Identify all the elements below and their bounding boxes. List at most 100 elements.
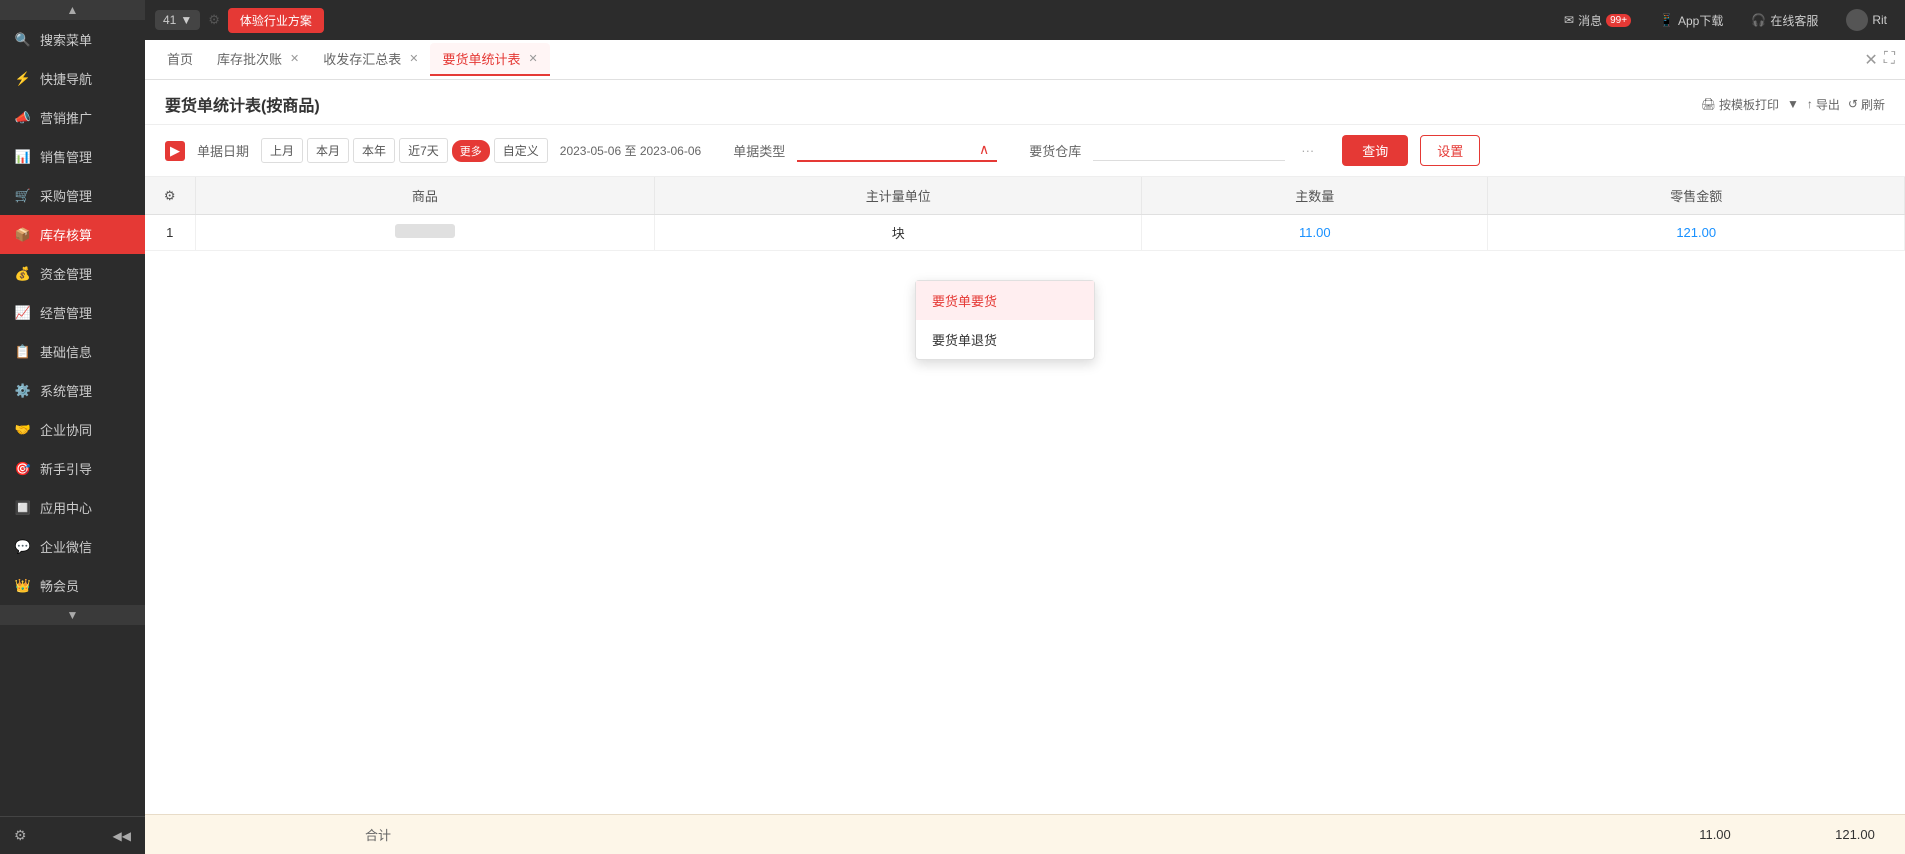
- date-filter-label: 单据日期: [197, 141, 249, 160]
- date-btn-more[interactable]: 更多: [452, 140, 490, 162]
- date-btn-this-year[interactable]: 本年: [353, 138, 395, 163]
- collapse-icon[interactable]: ◀◀: [113, 829, 131, 843]
- template-print-label: 按模板打印: [1719, 96, 1779, 113]
- sidebar-item-sales[interactable]: 📊 销售管理: [0, 137, 145, 176]
- date-btn-custom[interactable]: 自定义: [494, 138, 548, 163]
- sidebar-scroll-down[interactable]: ▼: [0, 605, 145, 625]
- query-button[interactable]: 查询: [1342, 135, 1408, 166]
- user-label: Rit: [1872, 13, 1887, 27]
- date-btn-recent7[interactable]: 近7天: [399, 138, 448, 163]
- sidebar-label-sales: 销售管理: [40, 147, 92, 166]
- expand-print-button[interactable]: ▼: [1787, 97, 1799, 111]
- col-goods: 商品: [195, 177, 655, 215]
- basic-icon: 📋: [14, 343, 32, 361]
- date-btn-this-month[interactable]: 本月: [307, 138, 349, 163]
- app-download-label: App下载: [1678, 12, 1723, 29]
- template-print-button[interactable]: 🖨 按模板打印: [1701, 96, 1779, 113]
- col-settings[interactable]: ⚙: [145, 177, 195, 215]
- page-header-actions: 🖨 按模板打印 ▼ ↑ 导出 ↺ 刷新: [1701, 96, 1885, 113]
- tab-inventory-batch[interactable]: 库存批次账 ✕: [205, 43, 311, 76]
- sidebar-item-inventory[interactable]: 📦 库存核算: [0, 215, 145, 254]
- total-label: 合计: [165, 825, 391, 844]
- search-icon: 🔍: [14, 31, 32, 49]
- sidebar-label-basic: 基础信息: [40, 342, 92, 361]
- sidebar-label-operation: 经营管理: [40, 303, 92, 322]
- export-button[interactable]: ↑ 导出: [1807, 96, 1840, 113]
- phone-icon: 📱: [1659, 13, 1674, 27]
- amount-value[interactable]: 121.00: [1676, 225, 1716, 240]
- quick-nav-icon: ⚡: [14, 70, 32, 88]
- refresh-button[interactable]: ↺ 刷新: [1848, 96, 1885, 113]
- quantity-value[interactable]: 11.00: [1299, 225, 1331, 240]
- purchase-icon: 🛒: [14, 187, 32, 205]
- print-icon: 🖨: [1701, 97, 1716, 111]
- data-table: ⚙ 商品 主计量单位 主数量 零售金额 1: [145, 177, 1905, 251]
- sidebar-item-guide[interactable]: 🎯 新手引导: [0, 449, 145, 488]
- warehouse-filter-input[interactable]: [1093, 141, 1285, 161]
- sidebar-item-search[interactable]: 🔍 搜索菜单: [0, 20, 145, 59]
- sidebar-label-finance: 资金管理: [40, 264, 92, 283]
- user-nav-item[interactable]: Rit: [1838, 9, 1895, 31]
- page-title: 要货单统计表(按商品): [165, 92, 320, 116]
- sidebar-item-member[interactable]: 👑 畅会员: [0, 566, 145, 605]
- sidebar-item-wechat[interactable]: 💬 企业微信: [0, 527, 145, 566]
- headset-icon: 🎧: [1751, 13, 1766, 27]
- warehouse-filter-label: 要货仓库: [1029, 141, 1081, 160]
- export-label: 导出: [1816, 96, 1840, 113]
- date-btn-prev-month[interactable]: 上月: [261, 138, 303, 163]
- finance-icon: 💰: [14, 265, 32, 283]
- inventory-icon: 📦: [14, 226, 32, 244]
- tab-close-all-icon[interactable]: ✕: [1864, 50, 1877, 70]
- type-dropdown-menu: 要货单要货 要货单退货: [915, 280, 1095, 360]
- cell-quantity[interactable]: 11.00: [1142, 215, 1488, 251]
- dropdown-item-require-goods[interactable]: 要货单要货: [916, 281, 1094, 320]
- filter-expand-button[interactable]: ▶: [165, 141, 185, 161]
- online-service-nav-item[interactable]: 🎧 在线客服: [1743, 12, 1826, 29]
- sidebar-item-finance[interactable]: 💰 资金管理: [0, 254, 145, 293]
- sidebar-item-app-center[interactable]: 🔲 应用中心: [0, 488, 145, 527]
- sidebar-label-app-center: 应用中心: [40, 498, 92, 517]
- sidebar-scroll-up[interactable]: ▲: [0, 0, 145, 20]
- settings-button[interactable]: 设置: [1420, 135, 1480, 166]
- app-center-icon: 🔲: [14, 499, 32, 517]
- sidebar-item-enterprise[interactable]: 🤝 企业协同: [0, 410, 145, 449]
- export-icon: ↑: [1807, 97, 1813, 111]
- type-filter-label: 单据类型: [733, 141, 785, 160]
- promote-button[interactable]: 体验行业方案: [228, 8, 324, 33]
- type-filter-select[interactable]: ∧: [797, 139, 997, 162]
- sidebar-label-guide: 新手引导: [40, 459, 92, 478]
- total-quantity: 11.00: [1685, 827, 1745, 842]
- system-icon: ⚙️: [14, 382, 32, 400]
- sidebar-item-system[interactable]: ⚙️ 系统管理: [0, 371, 145, 410]
- sidebar-item-operation[interactable]: 📈 经营管理: [0, 293, 145, 332]
- cell-goods: [195, 215, 655, 251]
- type-filter-arrow-up: ∧: [979, 141, 989, 158]
- table-header-row: ⚙ 商品 主计量单位 主数量 零售金额: [145, 177, 1905, 215]
- table-row: 1 块 11.00 121.00: [145, 215, 1905, 251]
- tab-order-summary-close[interactable]: ✕: [529, 52, 538, 65]
- dropdown-item-require-return[interactable]: 要货单退货: [916, 320, 1094, 359]
- message-nav-item[interactable]: ✉ 消息 99+: [1556, 12, 1639, 29]
- tab-receive-summary[interactable]: 收发存汇总表 ✕: [311, 43, 430, 76]
- avatar: [1846, 9, 1868, 31]
- store-number: 41: [163, 13, 176, 27]
- settings-bottom-icon[interactable]: ⚙: [14, 827, 27, 844]
- tab-bar: 首页 库存批次账 ✕ 收发存汇总表 ✕ 要货单统计表 ✕ ✕ ⛶: [145, 40, 1905, 80]
- sales-icon: 📊: [14, 148, 32, 166]
- column-settings-icon[interactable]: ⚙: [164, 188, 176, 203]
- tab-inventory-batch-label: 库存批次账: [217, 49, 282, 68]
- tab-receive-summary-close[interactable]: ✕: [409, 52, 418, 65]
- app-download-nav-item[interactable]: 📱 App下载: [1651, 12, 1731, 29]
- sidebar-item-purchase[interactable]: 🛒 采购管理: [0, 176, 145, 215]
- settings-icon-topbar[interactable]: ⚙: [208, 12, 220, 28]
- tab-expand-icon[interactable]: ⛶: [1884, 50, 1895, 70]
- sidebar-item-basic[interactable]: 📋 基础信息: [0, 332, 145, 371]
- sidebar-item-marketing[interactable]: 📣 营销推广: [0, 98, 145, 137]
- cell-amount[interactable]: 121.00: [1488, 215, 1905, 251]
- sidebar-item-quick-nav[interactable]: ⚡ 快捷导航: [0, 59, 145, 98]
- tab-home[interactable]: 首页: [155, 43, 205, 76]
- store-selector[interactable]: 41 ▼: [155, 10, 200, 30]
- warehouse-dots-icon[interactable]: ···: [1301, 143, 1314, 158]
- tab-order-summary[interactable]: 要货单统计表 ✕: [430, 43, 549, 76]
- tab-inventory-batch-close[interactable]: ✕: [290, 52, 299, 65]
